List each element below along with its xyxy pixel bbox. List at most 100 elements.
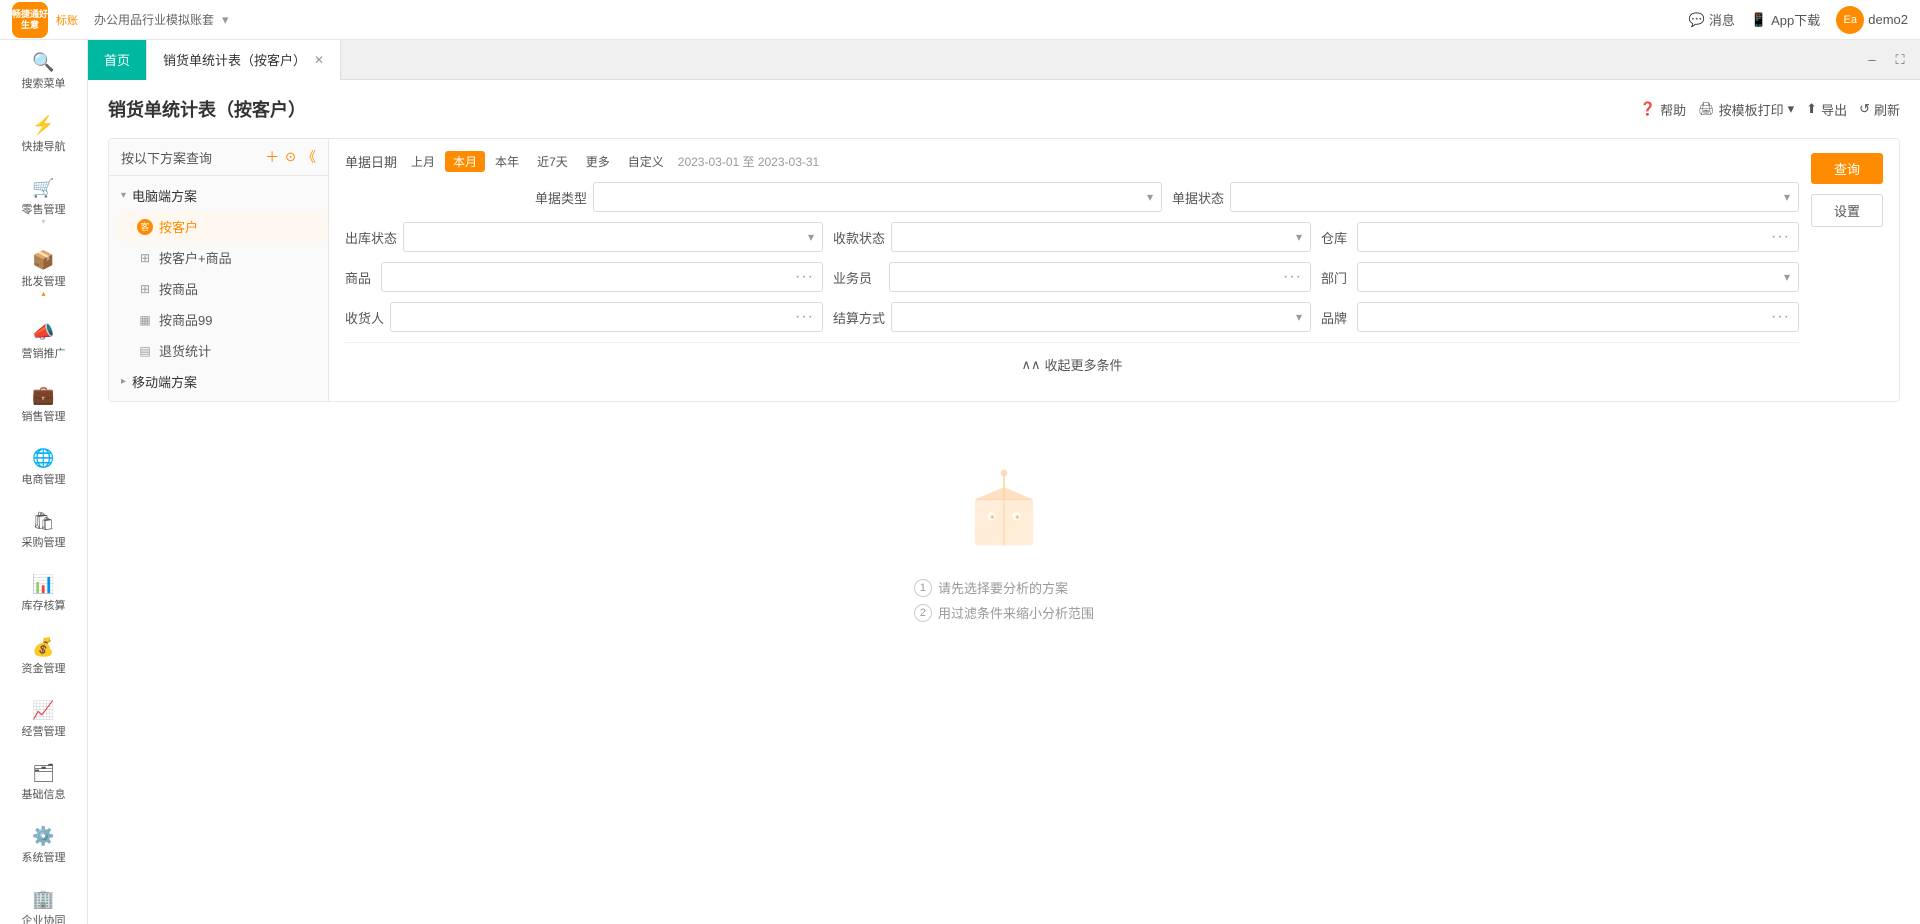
app-subtitle: 标账: [56, 12, 78, 28]
sidebar-item-sales[interactable]: 💼 销售管理: [0, 373, 87, 436]
message-btn[interactable]: 💬 消息: [1689, 10, 1735, 29]
user-area[interactable]: Ea demo2: [1836, 6, 1908, 34]
scheme-panel-title: 按以下方案查询: [121, 148, 212, 167]
sales-icon: 💼: [4, 385, 83, 406]
salesperson-dots-icon: ···: [1283, 268, 1302, 286]
sidebar-label-ecommerce: 电商管理: [4, 471, 83, 487]
tab-close-icon[interactable]: ✕: [314, 53, 324, 67]
tab-sales-stats[interactable]: 销货单统计表（按客户） ✕: [147, 40, 341, 80]
system-icon: ⚙️: [4, 826, 83, 847]
setting-button[interactable]: 设置: [1811, 194, 1883, 227]
help-btn[interactable]: ❓ 帮助: [1640, 100, 1686, 119]
empty-state: 1 请先选择要分析的方案 2 用过滤条件来缩小分析范围: [108, 402, 1900, 682]
pay-status-filter: 收款状态 ▾: [833, 222, 1311, 252]
pay-status-label: 收款状态: [833, 228, 885, 247]
sidebar-item-inventory[interactable]: 📊 库存核算: [0, 562, 87, 625]
date-tab-more[interactable]: 更多: [578, 151, 618, 172]
date-tab-last-month[interactable]: 上月: [403, 151, 443, 172]
collapse-chevron-up-icon: ∧∧: [1021, 357, 1040, 373]
avatar: Ea: [1836, 6, 1864, 34]
sidebar-item-finance[interactable]: 💰 资金管理: [0, 625, 87, 688]
collapse-btn[interactable]: ∧∧ 收起更多条件: [1009, 351, 1134, 378]
sidebar-label-marketing: 营销推广: [4, 345, 83, 361]
by-customer-label: 按客户: [159, 217, 198, 236]
order-status-control[interactable]: ▾: [1230, 182, 1799, 212]
filter-main: 单据日期 上月 本月 本年 近7天 更多 自定义: [345, 151, 1883, 378]
receiver-control[interactable]: ···: [390, 302, 823, 332]
scheme-group-desktop-header[interactable]: ▾ 电脑端方案: [109, 180, 328, 211]
warehouse-dots-icon: ···: [1771, 228, 1790, 246]
page-header: 销货单统计表（按客户） ❓ 帮助 🖨 按模板打印 ▾ ⬆: [108, 96, 1900, 122]
date-tab-custom[interactable]: 自定义: [620, 151, 672, 172]
scheme-item-by-product-99[interactable]: ▦ 按商品99: [117, 304, 328, 335]
salesperson-control[interactable]: ···: [889, 262, 1311, 292]
scheme-group-desktop: ▾ 电脑端方案 客 按客户: [109, 180, 328, 366]
pay-status-control[interactable]: ▾: [891, 222, 1311, 252]
refresh-icon: ↺: [1859, 101, 1870, 117]
top-bar: 畅捷通好生意 标账 办公用品行业模拟账套 ▾ 💬 消息 📱 App下载 Ea d…: [0, 0, 1920, 40]
order-type-chevron-icon: ▾: [1147, 190, 1153, 204]
pay-chevron-icon: ▾: [1296, 230, 1302, 244]
tab-maximize-btn[interactable]: ⛶: [1888, 48, 1912, 72]
date-tab-7days[interactable]: 近7天: [529, 151, 576, 172]
tab-sales-stats-label: 销货单统计表（按客户）: [163, 50, 306, 69]
by-product-icon: ⊞: [137, 281, 153, 297]
sidebar-item-marketing[interactable]: 📣 营销推广: [0, 310, 87, 373]
settlement-filter: 结算方式 ▾: [833, 302, 1311, 332]
sidebar-item-system[interactable]: ⚙️ 系统管理: [0, 814, 87, 877]
split-layout: 按以下方案查询 ＋ ⊙ 《 ▾: [108, 138, 1900, 402]
add-scheme-btn[interactable]: ＋: [265, 147, 279, 167]
query-button[interactable]: 查询: [1811, 153, 1883, 184]
app-download-btn[interactable]: 📱 App下载: [1751, 10, 1820, 29]
template-print-btn[interactable]: 🖨 按模板打印 ▾: [1698, 100, 1794, 119]
sidebar-item-quick-nav[interactable]: ⚡ 快捷导航: [0, 103, 87, 166]
by-product-label: 按商品: [159, 279, 198, 298]
settlement-control[interactable]: ▾: [891, 302, 1311, 332]
tip-num-1: 1: [914, 579, 932, 597]
scheme-item-by-customer-product[interactable]: ⊞ 按客户+商品: [117, 242, 328, 273]
chevron-right-icon: ▸: [121, 376, 126, 387]
brand-control[interactable]: ···: [1357, 302, 1799, 332]
edit-scheme-btn[interactable]: ⊙: [285, 149, 296, 165]
brand-label: 品牌: [1321, 308, 1351, 327]
sidebar-item-ops[interactable]: 📈 经营管理: [0, 688, 87, 751]
date-tab-this-year[interactable]: 本年: [487, 151, 527, 172]
tab-bar-actions: – ⛶: [1860, 48, 1920, 72]
sidebar-item-corp[interactable]: 🏢 企业协同: [0, 877, 87, 924]
department-control[interactable]: ▾: [1357, 262, 1799, 292]
sidebar-label-ops: 经营管理: [4, 723, 83, 739]
date-label: 单据日期: [345, 152, 397, 171]
marketing-icon: 📣: [4, 322, 83, 343]
tab-home[interactable]: 首页: [88, 40, 147, 80]
ship-status-control[interactable]: ▾: [403, 222, 823, 252]
scheme-item-by-customer[interactable]: 客 按客户: [117, 211, 328, 242]
export-icon: ⬆: [1806, 101, 1817, 117]
date-tab-this-month[interactable]: 本月: [445, 151, 485, 172]
tab-minimize-btn[interactable]: –: [1860, 48, 1884, 72]
sidebar-label-inventory: 库存核算: [4, 597, 83, 613]
sidebar-item-ecommerce[interactable]: 🌐 电商管理: [0, 436, 87, 499]
sidebar-item-search-menu[interactable]: 🔍 搜索菜单: [0, 40, 87, 103]
scheme-item-return-stats[interactable]: ▤ 退货统计: [117, 335, 328, 366]
sidebar-item-purchase[interactable]: 🛍 采购管理: [0, 499, 87, 562]
scheme-group-mobile-header[interactable]: ▸ 移动端方案: [109, 366, 328, 397]
sidebar-item-wholesale[interactable]: 📦 批发管理 ▴: [0, 238, 87, 310]
sidebar: 🔍 搜索菜单 ⚡ 快捷导航 🛒 零售管理 ▾ 📦 批发管理 ▴ 📣 营销推广: [0, 40, 88, 924]
scheme-item-by-product[interactable]: ⊞ 按商品: [117, 273, 328, 304]
product-control[interactable]: ···: [381, 262, 823, 292]
refresh-btn[interactable]: ↺ 刷新: [1859, 100, 1900, 119]
content-area: 首页 销货单统计表（按客户） ✕ – ⛶ 销货单统计表（按客户）: [88, 40, 1920, 924]
sidebar-item-basic[interactable]: 🗂 基础信息: [0, 751, 87, 814]
export-btn[interactable]: ⬆ 导出: [1806, 100, 1847, 119]
dropdown-icon[interactable]: ▾: [222, 12, 229, 28]
by-product-99-label: 按商品99: [159, 310, 212, 329]
sidebar-item-retail[interactable]: 🛒 零售管理 ▾: [0, 166, 87, 238]
order-type-control[interactable]: ▾: [593, 182, 1162, 212]
filter-row-4: 收货人 ··· 结算方式 ▾: [345, 302, 1799, 332]
filter-row-2: 出库状态 ▾ 收款状态 ▾: [345, 222, 1799, 252]
filter-panel: 单据日期 上月 本月 本年 近7天 更多 自定义: [329, 139, 1899, 401]
help-icon: ❓: [1640, 101, 1656, 117]
warehouse-control[interactable]: ···: [1357, 222, 1799, 252]
collapse-scheme-btn[interactable]: 《: [302, 147, 316, 167]
sidebar-label-wholesale: 批发管理: [4, 273, 83, 289]
